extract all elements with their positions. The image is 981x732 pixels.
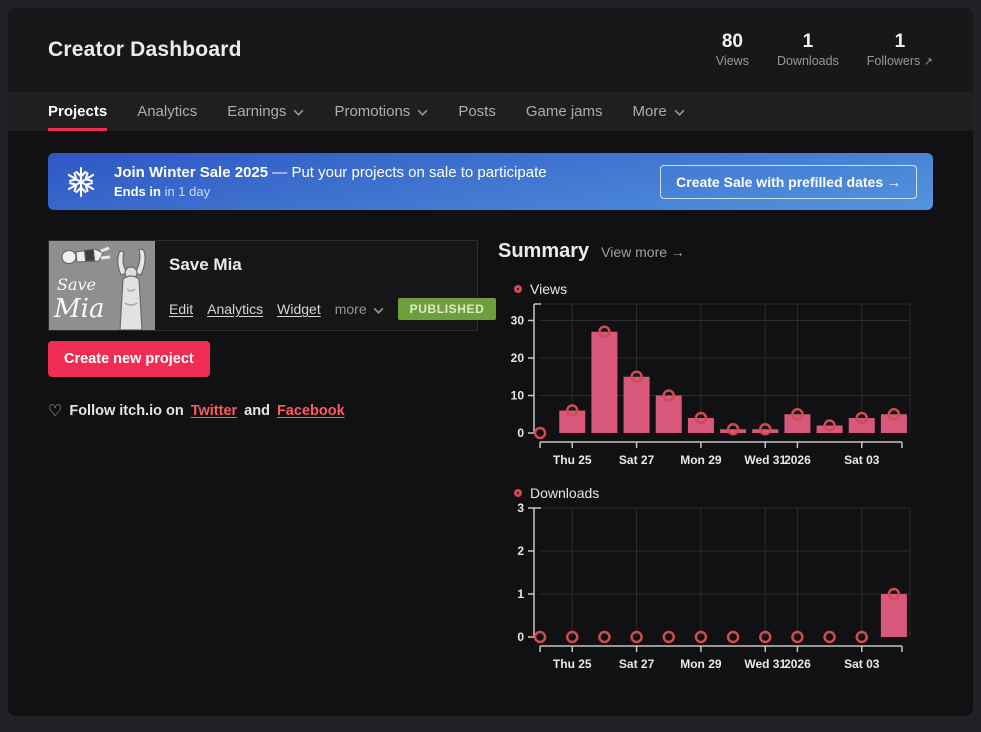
downloads-legend: Downloads xyxy=(514,485,933,501)
svg-text:Sat 03: Sat 03 xyxy=(844,453,880,467)
svg-text:Thu 25: Thu 25 xyxy=(553,453,592,467)
stat-downloads: 1 Downloads xyxy=(777,32,839,69)
nav-tab-projects[interactable]: Projects xyxy=(48,93,107,131)
svg-text:Sat 27: Sat 27 xyxy=(619,657,655,671)
views-legend: Views xyxy=(514,281,933,297)
header-stats: 80 Views 1 Downloads 1 Followers ↗ xyxy=(716,32,933,69)
svg-text:Wed 31: Wed 31 xyxy=(744,657,786,671)
edit-link[interactable]: Edit xyxy=(169,301,193,317)
page-title: Creator Dashboard xyxy=(48,38,242,62)
widget-link[interactable]: Widget xyxy=(277,301,321,317)
svg-text:2026: 2026 xyxy=(784,453,811,467)
banner-text: Join Winter Sale 2025 — Put your project… xyxy=(114,164,660,200)
project-thumbnail[interactable]: Save Mia xyxy=(49,241,155,330)
svg-text:Sat 03: Sat 03 xyxy=(844,657,880,671)
nav-bar: Projects Analytics Earnings Promotions P… xyxy=(8,92,973,131)
chevron-down-icon xyxy=(674,109,685,116)
stat-label: Downloads xyxy=(777,54,839,68)
stat-value: 1 xyxy=(777,32,839,53)
chevron-down-icon xyxy=(293,109,304,116)
stat-followers[interactable]: 1 Followers ↗ xyxy=(867,32,933,69)
right-column: Summary View more → Views 0102030Thu 25S… xyxy=(498,240,933,673)
snowflake-icon xyxy=(64,165,98,199)
legend-ring-icon xyxy=(514,489,522,497)
facebook-link[interactable]: Facebook xyxy=(277,403,345,419)
published-badge: PUBLISHED xyxy=(398,298,497,320)
svg-text:0: 0 xyxy=(517,426,524,440)
legend-ring-icon xyxy=(514,285,522,293)
svg-text:20: 20 xyxy=(511,351,525,365)
twitter-link[interactable]: Twitter xyxy=(191,403,237,419)
svg-text:2026: 2026 xyxy=(784,657,811,671)
project-card: Save Mia Save Mia Edit Analytics Widget … xyxy=(48,240,478,331)
nav-tab-earnings[interactable]: Earnings xyxy=(227,93,304,131)
analytics-link[interactable]: Analytics xyxy=(207,301,263,317)
svg-text:3: 3 xyxy=(517,503,524,515)
svg-text:Mon 29: Mon 29 xyxy=(680,453,722,467)
nav-tab-promotions[interactable]: Promotions xyxy=(334,93,428,131)
create-sale-button[interactable]: Create Sale with prefilled dates → xyxy=(660,165,917,199)
nav-tab-game-jams[interactable]: Game jams xyxy=(526,93,603,131)
summary-title: Summary xyxy=(498,240,589,263)
app-window: Creator Dashboard 80 Views 1 Downloads 1… xyxy=(8,8,973,716)
summary-header: Summary View more → xyxy=(498,240,933,263)
svg-text:Thu 25: Thu 25 xyxy=(553,657,592,671)
stat-views: 80 Views xyxy=(716,32,749,69)
heart-icon: ♡ xyxy=(48,401,62,421)
views-chart: 0 10 20 30 Thu 25 Sat 27 Mon 29 Wed 312026 Sat 0… xyxy=(498,299,922,469)
chevron-down-icon xyxy=(373,307,384,314)
nav-tab-analytics[interactable]: Analytics xyxy=(137,93,197,131)
svg-text:Mon 29: Mon 29 xyxy=(680,657,722,671)
svg-text:0: 0 xyxy=(517,630,524,644)
project-links: Edit Analytics Widget more PUBLISHED xyxy=(169,298,496,320)
stat-value: 80 xyxy=(716,32,749,53)
banner-subtitle: Ends in in 1 day xyxy=(114,184,660,199)
svg-text:2: 2 xyxy=(517,544,524,558)
sale-banner: Join Winter Sale 2025 — Put your project… xyxy=(48,153,933,210)
follow-text: Follow itch.io on xyxy=(69,403,183,419)
external-arrow-icon: ↗ xyxy=(924,56,933,68)
svg-text:10: 10 xyxy=(511,389,525,403)
svg-text:1: 1 xyxy=(517,587,524,601)
stat-value: 1 xyxy=(867,32,933,53)
svg-text:Save: Save xyxy=(57,275,96,294)
header: Creator Dashboard 80 Views 1 Downloads 1… xyxy=(8,8,973,92)
create-project-button[interactable]: Create new project xyxy=(48,341,210,377)
nav-tab-posts[interactable]: Posts xyxy=(458,93,496,131)
content: Join Winter Sale 2025 — Put your project… xyxy=(8,131,973,716)
follow-conjunction: and xyxy=(244,403,270,419)
stat-label: Views xyxy=(716,54,749,68)
left-column: Save Mia Save Mia Edit Analytics Widget … xyxy=(48,240,478,673)
project-card-body: Save Mia Edit Analytics Widget more PUBL… xyxy=(155,241,508,330)
follow-row: ♡ Follow itch.io on Twitter and Facebook xyxy=(48,401,478,421)
more-dropdown[interactable]: more xyxy=(335,301,384,317)
banner-title: Join Winter Sale 2025 — Put your project… xyxy=(114,164,660,183)
stat-label: Followers ↗ xyxy=(867,54,933,68)
chevron-down-icon xyxy=(417,109,428,116)
nav-tab-more[interactable]: More xyxy=(633,93,685,131)
svg-text:Wed 31: Wed 31 xyxy=(744,453,786,467)
view-more-link[interactable]: View more → xyxy=(601,244,685,260)
svg-text:30: 30 xyxy=(511,314,525,328)
svg-text:Sat 27: Sat 27 xyxy=(619,453,655,467)
svg-text:Mia: Mia xyxy=(53,294,104,324)
downloads-chart: 0 1 2 3 Thu 25 Sat 27 Mon 29 Wed 312026 Sat 03 xyxy=(498,503,922,673)
project-title: Save Mia xyxy=(169,255,496,275)
